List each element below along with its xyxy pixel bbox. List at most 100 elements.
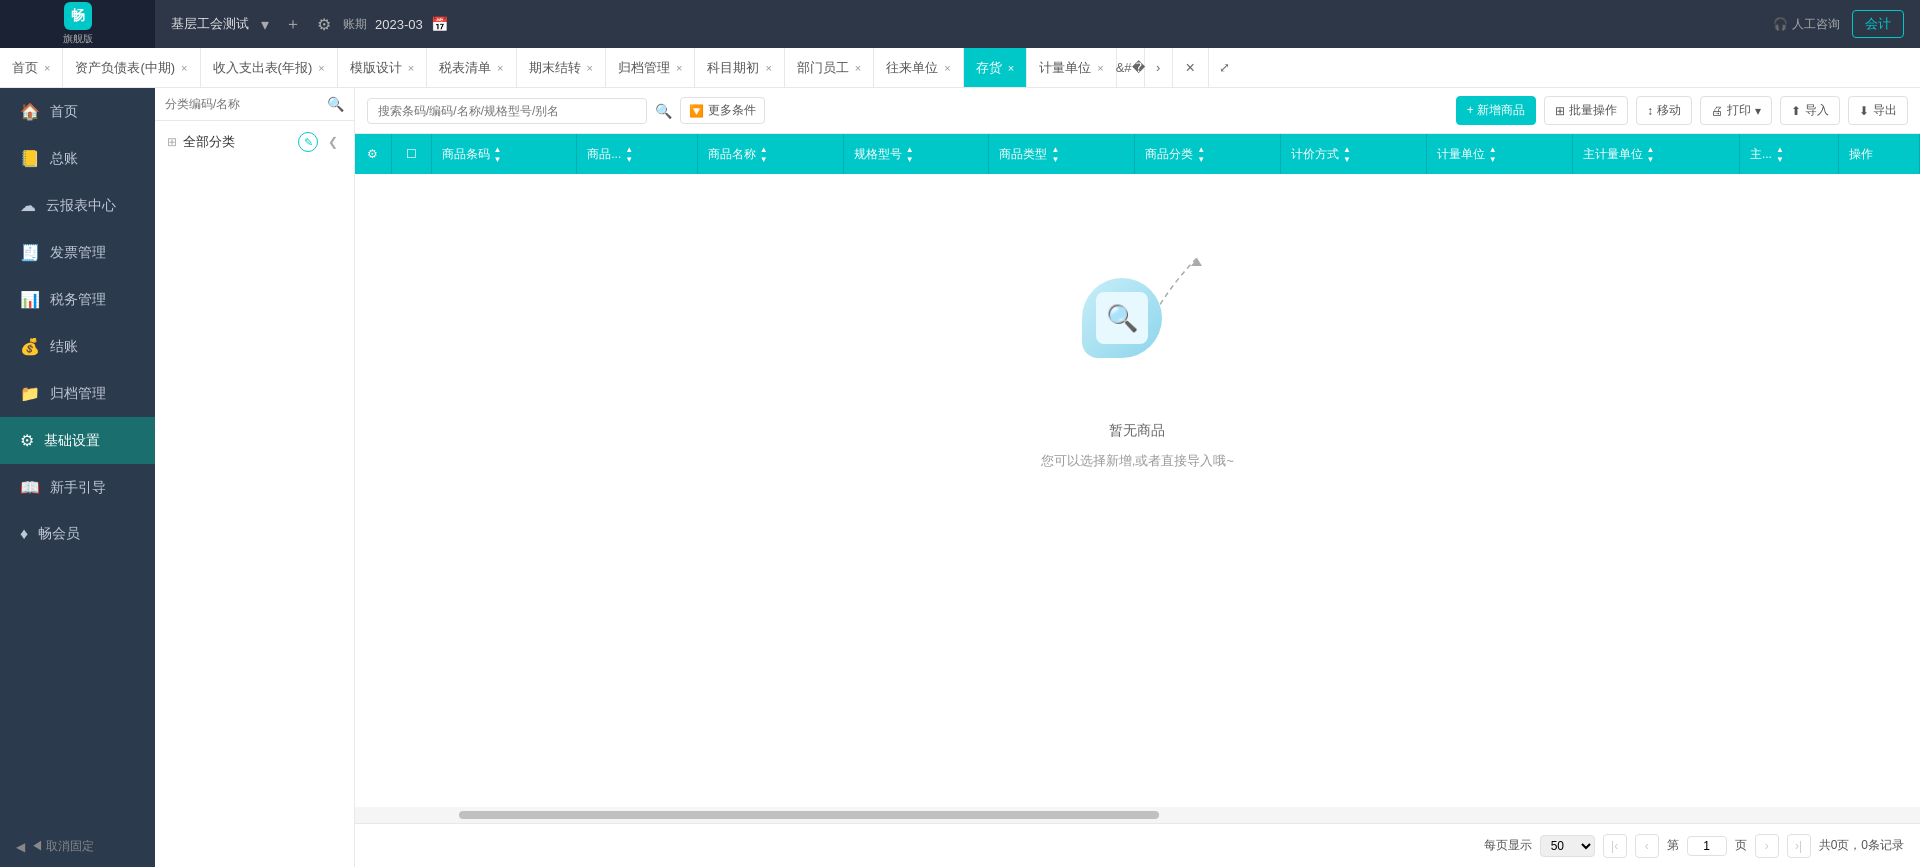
col-price-method[interactable]: 计价方式▲▼ — [1280, 134, 1426, 174]
col-type[interactable]: 商品类型▲▼ — [989, 134, 1135, 174]
tab-subject-initial-close[interactable]: × — [765, 62, 771, 74]
batch-operation-btn[interactable]: ⊞ 批量操作 — [1544, 96, 1628, 125]
tab-tax-list-close[interactable]: × — [497, 62, 503, 74]
col-checkbox[interactable]: ☐ — [391, 134, 431, 174]
period-label: 账期 — [343, 16, 367, 33]
col-code[interactable]: 商品...▲▼ — [577, 134, 698, 174]
next-page-btn[interactable]: › — [1755, 834, 1779, 858]
col-main-unit[interactable]: 主计量单位▲▼ — [1572, 134, 1739, 174]
per-page-label: 每页显示 — [1484, 837, 1532, 854]
last-page-btn[interactable]: ›| — [1787, 834, 1811, 858]
tab-home-close[interactable]: × — [44, 62, 50, 74]
product-search-input[interactable] — [367, 98, 647, 124]
sidebar-item-checkout[interactable]: 💰 结账 — [0, 323, 155, 370]
col-category[interactable]: 商品分类▲▼ — [1135, 134, 1281, 174]
tab-home[interactable]: 首页 × — [0, 48, 63, 88]
col-unit[interactable]: 计量单位▲▼ — [1426, 134, 1572, 174]
sidebar-item-basic-settings[interactable]: ⚙ 基础设置 — [0, 417, 155, 464]
tab-period-transfer[interactable]: 期末结转 × — [517, 48, 606, 88]
sidebar-item-cloud-report-label: 云报表中心 — [46, 197, 116, 215]
sidebar-unpin-btn[interactable]: ◀ ◀ 取消固定 — [0, 826, 155, 867]
col-barcode[interactable]: 商品条码▲▼ — [431, 134, 577, 174]
tab-income-close[interactable]: × — [318, 62, 324, 74]
tab-department[interactable]: 部门员工 × — [785, 48, 874, 88]
tab-balance-sheet-label: 资产负债表(中期) — [75, 59, 175, 77]
tab-archive-close[interactable]: × — [676, 62, 682, 74]
export-btn[interactable]: ⬇ 导出 — [1848, 96, 1908, 125]
export-icon: ⬇ — [1859, 104, 1869, 118]
tab-dealings[interactable]: 往来单位 × — [874, 48, 963, 88]
sidebar-item-member[interactable]: ♦ 畅会员 — [0, 511, 155, 557]
empty-title: 暂无商品 — [1109, 422, 1165, 440]
col-type-label: 商品类型 — [999, 146, 1047, 163]
tab-next-btn[interactable]: › — [1145, 48, 1173, 88]
inner-layout: 🔍 ⊞ 全部分类 ✎ ❮ 🔍 🔽 — [155, 88, 1920, 867]
tab-prev-btn[interactable]: &#� — [1117, 48, 1145, 88]
sidebar-item-ledger[interactable]: 📒 总账 — [0, 135, 155, 182]
tab-template-close[interactable]: × — [408, 62, 414, 74]
more-filter-label: 更多条件 — [708, 102, 756, 119]
tab-unit[interactable]: 计量单位 × — [1027, 48, 1116, 88]
category-collapse-btn[interactable]: ❮ — [324, 131, 342, 153]
tab-subject-initial[interactable]: 科目期初 × — [695, 48, 784, 88]
product-search-icon[interactable]: 🔍 — [655, 103, 672, 119]
sidebar-item-home[interactable]: 🏠 首页 — [0, 88, 155, 135]
total-label: 共0页，0条记录 — [1819, 837, 1904, 854]
add-product-btn[interactable]: + 新增商品 — [1456, 96, 1536, 125]
dropdown-icon[interactable]: ▾ — [257, 11, 273, 38]
calendar-icon[interactable]: 📅 — [431, 16, 448, 32]
tab-unit-close[interactable]: × — [1097, 62, 1103, 74]
col-settings[interactable]: ⚙ — [355, 134, 391, 174]
tab-inventory[interactable]: 存货 × — [964, 48, 1027, 88]
import-btn[interactable]: ⬆ 导入 — [1780, 96, 1840, 125]
more-filter-btn[interactable]: 🔽 更多条件 — [680, 97, 765, 124]
tab-template[interactable]: 模版设计 × — [338, 48, 427, 88]
col-code-label: 商品... — [587, 146, 621, 163]
page-input[interactable] — [1687, 836, 1727, 856]
sidebar-item-archive[interactable]: 📁 归档管理 — [0, 370, 155, 417]
tab-archive[interactable]: 归档管理 × — [606, 48, 695, 88]
sidebar-item-invoice[interactable]: 🧾 发票管理 — [0, 229, 155, 276]
tab-period-transfer-close[interactable]: × — [587, 62, 593, 74]
sort-arrows-type: ▲▼ — [1051, 145, 1059, 164]
print-btn[interactable]: 🖨 打印 ▾ — [1700, 96, 1772, 125]
tab-unit-label: 计量单位 — [1039, 59, 1091, 77]
horizontal-scrollbar[interactable] — [355, 807, 1920, 823]
category-edit-btn[interactable]: ✎ — [298, 132, 318, 152]
tab-bar: 首页 × 资产负债表(中期) × 收入支出表(年报) × 模版设计 × 税表清单… — [0, 48, 1920, 88]
category-search-icon[interactable]: 🔍 — [327, 96, 344, 112]
per-page-select[interactable]: 50 100 200 — [1540, 835, 1595, 857]
tab-tax-list[interactable]: 税表清单 × — [427, 48, 516, 88]
first-page-btn[interactable]: |‹ — [1603, 834, 1627, 858]
tab-expand-btn[interactable]: ⤢ — [1209, 48, 1241, 88]
tab-close-all-btn[interactable]: × — [1173, 48, 1209, 88]
tab-income[interactable]: 收入支出表(年报) × — [201, 48, 338, 88]
prev-page-btn[interactable]: ‹ — [1635, 834, 1659, 858]
tab-dealings-close[interactable]: × — [944, 62, 950, 74]
settings-icon[interactable]: ⚙ — [313, 11, 335, 38]
tab-balance-sheet-close[interactable]: × — [181, 62, 187, 74]
move-btn[interactable]: ↕ 移动 — [1636, 96, 1692, 125]
home-icon: 🏠 — [20, 102, 40, 121]
sidebar-item-guide[interactable]: 📖 新手引导 — [0, 464, 155, 511]
print-label: 打印 — [1727, 102, 1751, 119]
category-search-input[interactable] — [165, 97, 321, 111]
col-main-abbr[interactable]: 主...▲▼ — [1739, 134, 1838, 174]
company-name[interactable]: 基层工会测试 — [171, 15, 249, 33]
tab-inventory-close[interactable]: × — [1008, 62, 1014, 74]
guide-icon: 📖 — [20, 478, 40, 497]
sidebar-item-cloud-report[interactable]: ☁ 云报表中心 — [0, 182, 155, 229]
scrollbar-thumb[interactable] — [459, 811, 1159, 819]
col-spec[interactable]: 规格型号▲▼ — [843, 134, 989, 174]
headset-icon: 🎧 — [1773, 17, 1788, 31]
add-tab-icon[interactable]: ＋ — [281, 10, 305, 39]
customer-service-btn[interactable]: 🎧 人工咨询 — [1773, 16, 1840, 33]
col-name[interactable]: 商品名称▲▼ — [697, 134, 843, 174]
tab-department-label: 部门员工 — [797, 59, 849, 77]
member-icon: ♦ — [20, 525, 28, 543]
account-button[interactable]: 会计 — [1852, 10, 1904, 38]
col-name-label: 商品名称 — [708, 146, 756, 163]
tab-department-close[interactable]: × — [855, 62, 861, 74]
tab-balance-sheet[interactable]: 资产负债表(中期) × — [63, 48, 200, 88]
sidebar-item-tax[interactable]: 📊 税务管理 — [0, 276, 155, 323]
